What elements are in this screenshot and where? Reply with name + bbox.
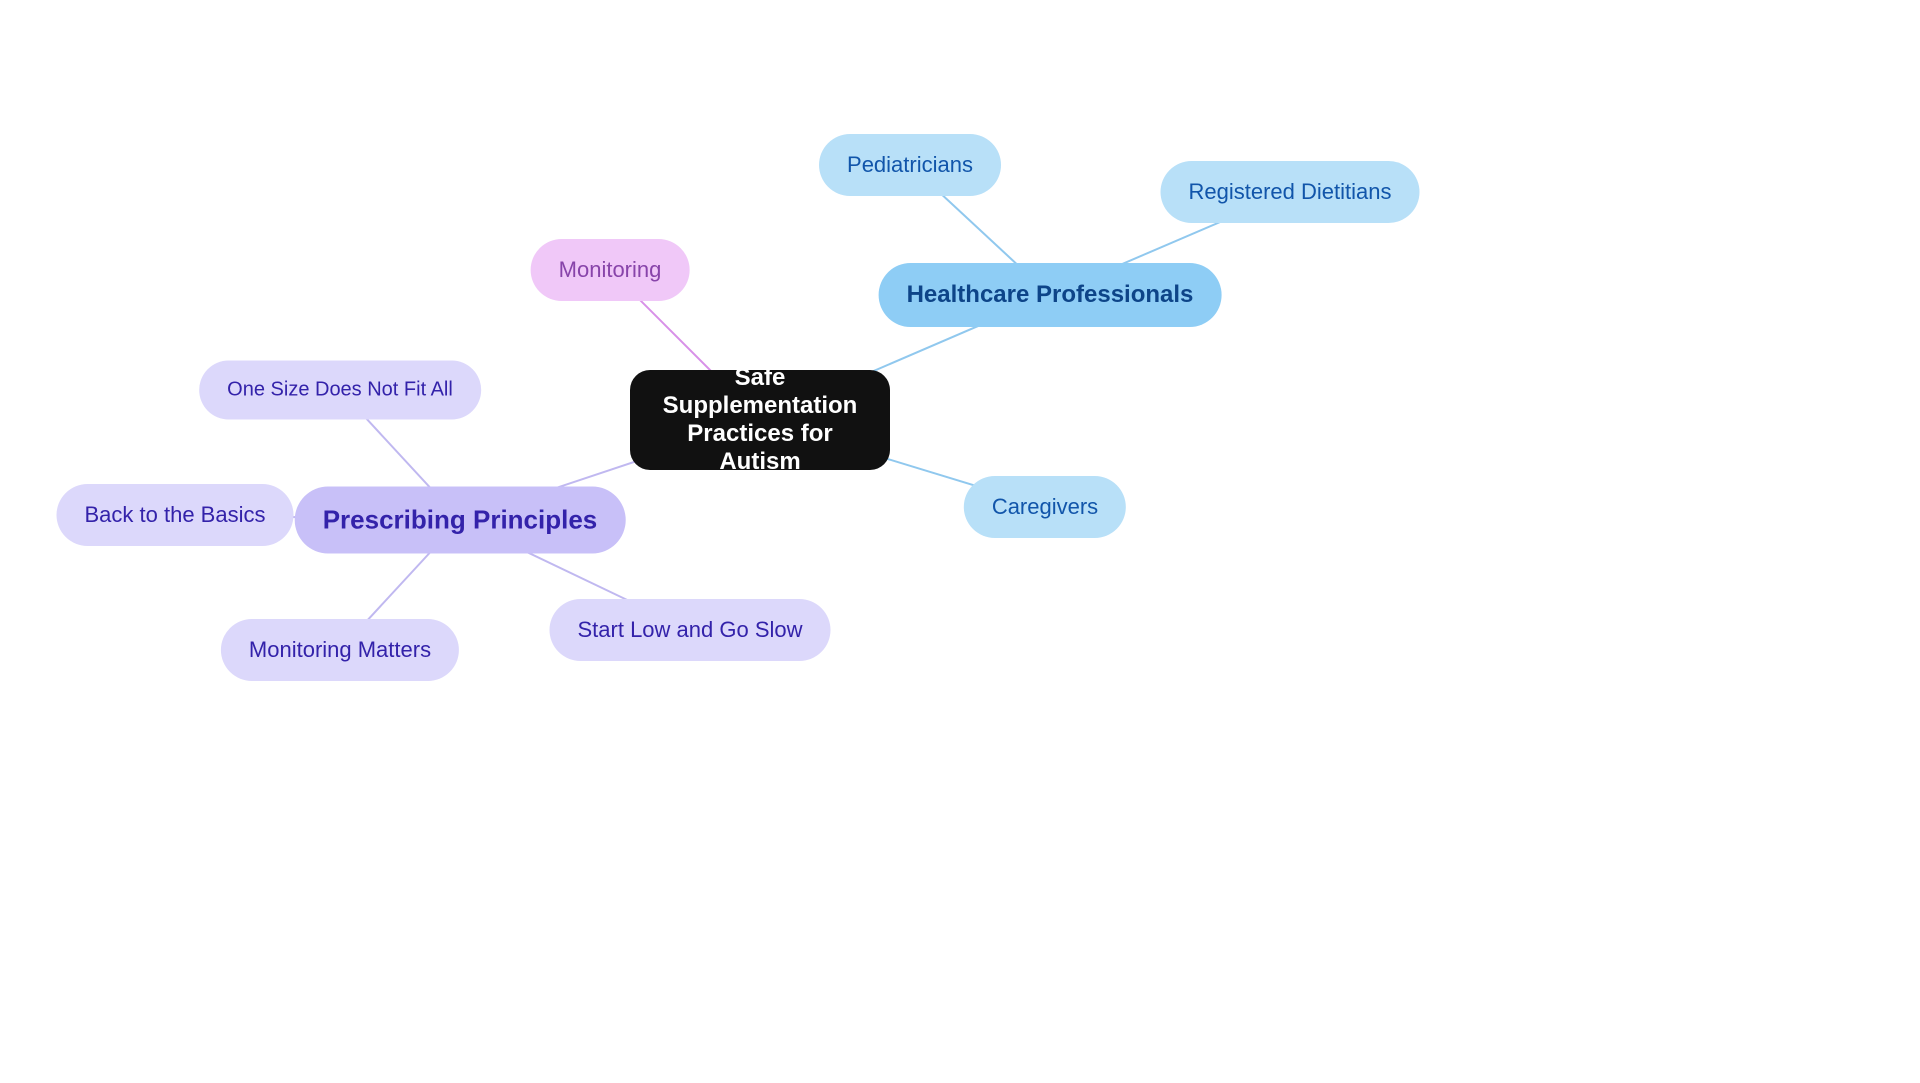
- start-low-node[interactable]: Start Low and Go Slow: [549, 599, 830, 661]
- one-size-node[interactable]: One Size Does Not Fit All: [199, 361, 481, 420]
- pediatricians-node[interactable]: Pediatricians: [819, 134, 1001, 196]
- back-to-basics-node[interactable]: Back to the Basics: [57, 484, 294, 546]
- prescribing-principles-node[interactable]: Prescribing Principles: [295, 487, 626, 554]
- monitoring-matters-node[interactable]: Monitoring Matters: [221, 619, 459, 681]
- caregivers-node[interactable]: Caregivers: [964, 476, 1126, 538]
- registered-dietitians-node[interactable]: Registered Dietitians: [1161, 161, 1420, 223]
- center-node: Safe SupplementationPractices for Autism: [630, 370, 890, 470]
- monitoring-node[interactable]: Monitoring: [531, 239, 690, 301]
- healthcare-professionals-node[interactable]: Healthcare Professionals: [879, 263, 1222, 327]
